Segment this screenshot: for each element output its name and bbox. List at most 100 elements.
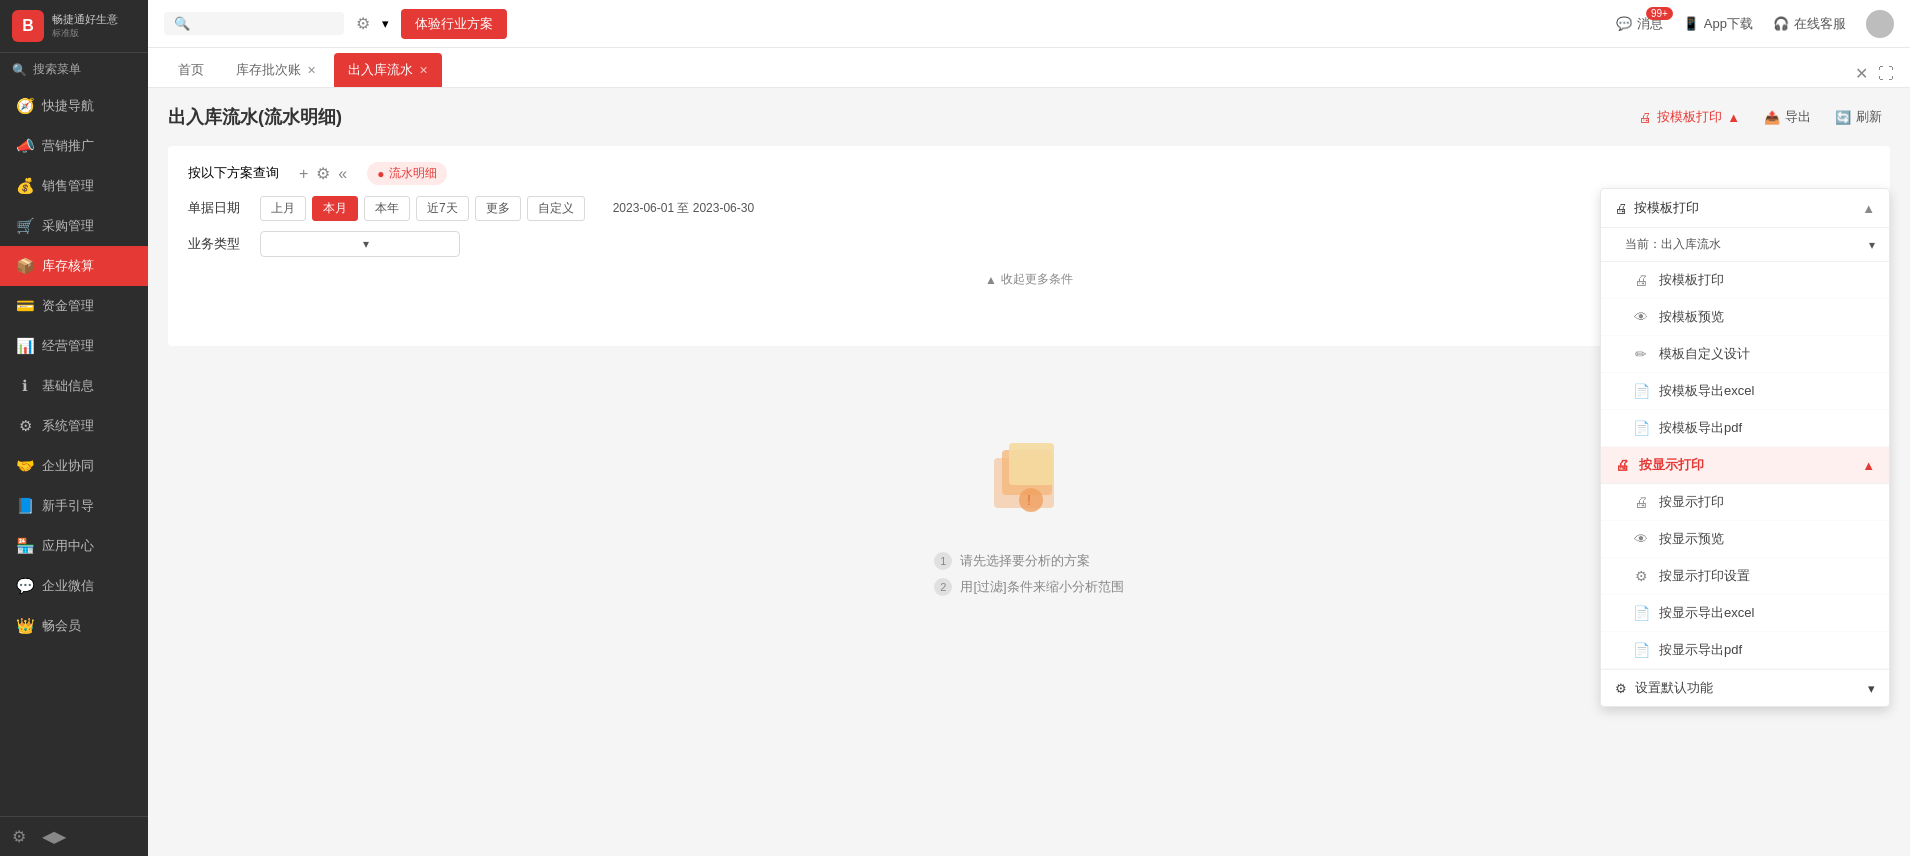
filter-section-text: 按以下方案查询 xyxy=(188,164,279,182)
dp-display-printer-icon: 🖨 xyxy=(1633,494,1649,510)
dp-item-template-design[interactable]: ✏ 模板自定义设计 xyxy=(1601,336,1889,373)
date-last-month-btn[interactable]: 上月 xyxy=(260,196,306,221)
tab-expand-button[interactable]: ⛶ xyxy=(1878,65,1894,83)
dp-display-pdf-icon: 📄 xyxy=(1633,642,1649,658)
tabs-bar: 首页 库存批次账 ✕ 出入库流水 ✕ ✕ ⛶ xyxy=(148,48,1910,88)
topbar-dropdown-icon[interactable]: ▾ xyxy=(382,16,389,31)
refresh-button[interactable]: 🔄 刷新 xyxy=(1827,104,1890,130)
page-header: 出入库流水(流水明细) 🖨 按模板打印 ▲ 📤 导出 🔄 刷新 xyxy=(168,104,1890,130)
dp-edit-icon: ✏ xyxy=(1633,346,1649,362)
app-download-item[interactable]: 📱 App下载 xyxy=(1683,15,1753,33)
sidebar-item-marketing[interactable]: 📣 营销推广 xyxy=(0,126,148,166)
dp-footer-default[interactable]: ⚙ 设置默认功能 ▾ xyxy=(1601,669,1889,706)
filter-tag: ● 流水明细 xyxy=(367,162,446,185)
date-more-btn[interactable]: 更多 xyxy=(475,196,521,221)
date-7days-btn[interactable]: 近7天 xyxy=(416,196,469,221)
refresh-icon: 🔄 xyxy=(1835,110,1851,125)
export-label: 导出 xyxy=(1785,108,1811,126)
printer-icon: 🖨 xyxy=(1639,110,1652,125)
dp-excel-icon: 📄 xyxy=(1633,383,1649,399)
sidebar-item-navigation[interactable]: 🧭 快捷导航 xyxy=(0,86,148,126)
print-template-button[interactable]: 🖨 按模板打印 ▲ xyxy=(1631,104,1748,130)
date-this-month-btn[interactable]: 本月 xyxy=(312,196,358,221)
dp-footer-label: 设置默认功能 xyxy=(1635,679,1713,697)
filter-collapse-button[interactable]: « xyxy=(338,165,347,183)
message-icon-item[interactable]: 💬 消息 99+ xyxy=(1616,15,1663,33)
tab-home[interactable]: 首页 xyxy=(164,53,218,87)
dp-item-template-print[interactable]: 🖨 按模板打印 xyxy=(1601,262,1889,299)
svg-text:!: ! xyxy=(1027,492,1031,508)
dp-item-template-preview[interactable]: 👁 按模板预览 xyxy=(1601,299,1889,336)
sidebar-item-wechat[interactable]: 💬 企业微信 xyxy=(0,566,148,606)
topbar-search-box[interactable]: 🔍 xyxy=(164,12,344,35)
empty-tip-2: 2 用[过滤]条件来缩小分析范围 xyxy=(934,574,1123,600)
sidebar: B 畅捷通好生意 标准版 🔍 搜索菜单 🧭 快捷导航 📣 营销推广 💰 销售管理… xyxy=(0,0,148,856)
dp-collapse-arrow[interactable]: ▲ xyxy=(1862,201,1875,216)
filter-row-1: 按以下方案查询 + ⚙ « ● 流水明细 xyxy=(188,162,1870,185)
dp-item-template-excel[interactable]: 📄 按模板导出excel xyxy=(1601,373,1889,410)
sidebar-search[interactable]: 🔍 搜索菜单 xyxy=(0,53,148,86)
dp-item-display-print[interactable]: 🖨 按显示打印 xyxy=(1601,484,1889,521)
sidebar-item-finance[interactable]: 💳 资金管理 xyxy=(0,286,148,326)
dp-item-template-pdf[interactable]: 📄 按模板导出pdf xyxy=(1601,410,1889,447)
tab-batch[interactable]: 库存批次账 ✕ xyxy=(222,53,330,87)
sidebar-item-purchase[interactable]: 🛒 采购管理 xyxy=(0,206,148,246)
sidebar-toggle-icon[interactable]: ◀▶ xyxy=(42,827,66,846)
topbar-search-input[interactable] xyxy=(196,17,326,31)
user-avatar[interactable] xyxy=(1866,10,1894,38)
sidebar-item-vip[interactable]: 👑 畅会员 xyxy=(0,606,148,646)
wechat-icon: 💬 xyxy=(16,577,34,595)
dp-item-label: 按显示预览 xyxy=(1659,530,1724,548)
tab-close-all-button[interactable]: ✕ xyxy=(1855,64,1868,83)
svg-point-3 xyxy=(1019,488,1043,512)
tab-batch-close[interactable]: ✕ xyxy=(307,64,316,77)
sidebar-item-label: 畅会员 xyxy=(42,617,81,635)
export-button[interactable]: 📤 导出 xyxy=(1756,104,1819,130)
tab-flow[interactable]: 出入库流水 ✕ xyxy=(334,53,442,87)
business-select-arrow: ▾ xyxy=(363,237,449,251)
trial-button[interactable]: 体验行业方案 xyxy=(401,9,507,39)
dp-section-display[interactable]: 🖨 按显示打印 ▲ xyxy=(1601,447,1889,484)
sidebar-item-cooperation[interactable]: 🤝 企业协同 xyxy=(0,446,148,486)
sidebar-item-operations[interactable]: 📊 经营管理 xyxy=(0,326,148,366)
sidebar-item-inventory[interactable]: 📦 库存核算 xyxy=(0,246,148,286)
customer-service-label: 在线客服 xyxy=(1794,15,1846,33)
message-badge: 99+ xyxy=(1646,7,1673,20)
filter-tools: + ⚙ « xyxy=(299,164,347,183)
dp-display-settings-icon: ⚙ xyxy=(1633,568,1649,584)
customer-service-item[interactable]: 🎧 在线客服 xyxy=(1773,15,1846,33)
dp-item-label: 按显示导出pdf xyxy=(1659,641,1742,659)
dp-printer2-icon: 🖨 xyxy=(1633,272,1649,288)
export-icon: 📤 xyxy=(1764,110,1780,125)
tab-flow-close[interactable]: ✕ xyxy=(419,64,428,77)
filter-setting-button[interactable]: ⚙ xyxy=(316,164,330,183)
collapse-more-button[interactable]: ▲ 收起更多条件 xyxy=(985,271,1073,288)
sidebar-item-guide[interactable]: 📘 新手引导 xyxy=(0,486,148,526)
headset-icon: 🎧 xyxy=(1773,16,1789,31)
dp-footer-icon: ⚙ xyxy=(1615,681,1627,696)
sidebar-item-label: 库存核算 xyxy=(42,257,94,275)
dp-item-label: 按显示打印 xyxy=(1659,493,1724,511)
dp-current-arrow[interactable]: ▾ xyxy=(1869,238,1875,252)
sidebar-item-app[interactable]: 🏪 应用中心 xyxy=(0,526,148,566)
tip-text-2: 用[过滤]条件来缩小分析范围 xyxy=(960,574,1123,600)
date-this-year-btn[interactable]: 本年 xyxy=(364,196,410,221)
sidebar-item-label: 快捷导航 xyxy=(42,97,94,115)
filter-add-button[interactable]: + xyxy=(299,165,308,183)
settings-bottom-icon[interactable]: ⚙ xyxy=(12,827,26,846)
sidebar-item-basic[interactable]: ℹ 基础信息 xyxy=(0,366,148,406)
dp-item-display-excel[interactable]: 📄 按显示导出excel xyxy=(1601,595,1889,632)
topbar-gear-icon[interactable]: ⚙ xyxy=(356,14,370,33)
date-custom-btn[interactable]: 自定义 xyxy=(527,196,585,221)
dp-item-display-pdf[interactable]: 📄 按显示导出pdf xyxy=(1601,632,1889,669)
business-select[interactable]: ▾ xyxy=(260,231,460,257)
page-action-area: 🖨 按模板打印 ▲ 📤 导出 🔄 刷新 xyxy=(1631,104,1890,130)
dp-item-display-preview[interactable]: 👁 按显示预览 xyxy=(1601,521,1889,558)
tabs-right-actions: ✕ ⛶ xyxy=(1855,64,1894,87)
logo-icon: B xyxy=(12,10,44,42)
dp-item-display-settings[interactable]: ⚙ 按显示打印设置 xyxy=(1601,558,1889,595)
dp-item-label: 按显示打印设置 xyxy=(1659,567,1750,585)
sidebar-bottom: ⚙ ◀▶ xyxy=(0,816,148,856)
sidebar-item-system[interactable]: ⚙ 系统管理 xyxy=(0,406,148,446)
sidebar-item-sales[interactable]: 💰 销售管理 xyxy=(0,166,148,206)
